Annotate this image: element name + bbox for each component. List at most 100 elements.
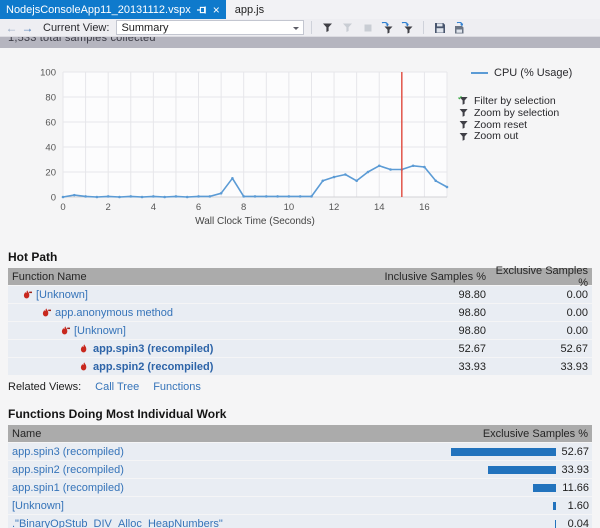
exclusive-samples-value: 0.00 <box>486 325 592 337</box>
function-link[interactable]: [Unknown] <box>12 500 64 512</box>
svg-text:0: 0 <box>60 202 65 213</box>
filter-by-selection-link[interactable]: Filter by selection <box>458 95 598 107</box>
navigate-forward-button[interactable]: → <box>21 22 34 34</box>
table-row[interactable]: app.spin3 (recompiled)52.6752.67 <box>8 340 592 357</box>
functions-work-table: Name Exclusive Samples % app.spin3 (reco… <box>8 425 592 528</box>
function-name-cell: app.spin3 (recompiled) <box>8 446 434 458</box>
function-link[interactable]: ."BinaryOpStub_DIV_Alloc_HeapNumbers" <box>12 518 223 528</box>
table-row[interactable]: [Unknown] 98.800.00 <box>8 322 592 339</box>
stop-button <box>359 20 376 36</box>
function-name-cell: app.spin2 (recompiled) <box>8 464 434 476</box>
function-name-cell: app.spin1 (recompiled) <box>8 482 434 494</box>
tab-title: app.js <box>235 4 264 16</box>
legend-label: CPU (% Usage) <box>494 67 572 79</box>
functions-link[interactable]: Functions <box>153 381 201 393</box>
document-tab-bar: NodejsConsoleApp11_20131112.vspx × app.j… <box>0 0 600 19</box>
related-views: Related Views: Call Tree Functions <box>8 381 600 393</box>
samples-bar-zone <box>434 466 556 474</box>
table-row[interactable]: app.anonymous method 98.800.00 <box>8 304 592 321</box>
summary-report: 0204060801000246810121416Wall Clock Time… <box>0 48 600 528</box>
samples-collected-text: 1,533 total samples collected <box>8 37 600 44</box>
tab-appjs[interactable]: app.js <box>226 0 273 19</box>
function-name-cell: [Unknown] <box>8 289 376 301</box>
samples-bar-zone <box>434 520 556 528</box>
function-link[interactable]: app.spin1 (recompiled) <box>12 482 124 494</box>
pin-icon[interactable] <box>197 5 207 15</box>
exclusive-samples-value: 0.00 <box>486 289 592 301</box>
svg-text:4: 4 <box>151 202 156 213</box>
save-analysis-button[interactable] <box>431 20 448 36</box>
filter-button[interactable] <box>319 20 336 36</box>
table-row[interactable]: app.spin3 (recompiled) 52.67 <box>8 443 592 460</box>
function-link[interactable]: app.spin2 (recompiled) <box>12 464 124 476</box>
function-link[interactable]: [Unknown] <box>74 325 126 337</box>
zoom-reset-link[interactable]: Zoom reset <box>458 119 598 131</box>
exclusive-samples-value: 52.67 <box>486 343 592 355</box>
svg-text:12: 12 <box>329 202 340 213</box>
samples-bar <box>488 466 556 474</box>
svg-text:10: 10 <box>284 202 295 213</box>
column-function-name[interactable]: Function Name <box>8 271 376 283</box>
cpu-usage-chart[interactable]: 0204060801000246810121416Wall Clock Time… <box>28 60 456 232</box>
table-row[interactable]: app.spin2 (recompiled) 33.93 <box>8 461 592 478</box>
navigate-back-button[interactable]: ← <box>5 22 18 34</box>
function-link[interactable]: [Unknown] <box>36 289 88 301</box>
filter-funnel-icon <box>458 95 469 106</box>
column-exclusive-samples[interactable]: Exclusive Samples % <box>486 265 592 289</box>
exclusive-samples-value: 0.04 <box>556 518 592 528</box>
function-name-cell: app.spin2 (recompiled) <box>8 361 376 373</box>
samples-bar-zone <box>434 484 556 492</box>
samples-bar <box>451 448 556 456</box>
export-report-button[interactable] <box>451 20 468 36</box>
zoom-funnel-icon <box>458 131 469 142</box>
zoom-by-selection-link[interactable]: Zoom by selection <box>458 107 598 119</box>
call-tree-link[interactable]: Call Tree <box>95 381 139 393</box>
flame-icon <box>79 344 89 353</box>
function-link[interactable]: app.spin3 (recompiled) <box>12 446 124 458</box>
function-link[interactable]: app.anonymous method <box>55 307 173 319</box>
report-toolbar: ← → Current View: Summary <box>0 19 600 37</box>
exclusive-samples-value: 52.67 <box>556 446 592 458</box>
toolbar-separator <box>311 21 312 34</box>
table-row[interactable]: [Unknown]98.800.00 <box>8 286 592 303</box>
svg-text:2: 2 <box>106 202 111 213</box>
svg-text:0: 0 <box>51 193 56 204</box>
table-row[interactable]: [Unknown]1.60 <box>8 497 592 514</box>
zoom-out-link[interactable]: Zoom out <box>458 130 598 142</box>
column-exclusive-samples[interactable]: Exclusive Samples % <box>483 428 592 440</box>
filter-disabled-button <box>339 20 356 36</box>
chevron-down-icon <box>293 27 299 33</box>
samples-collected-banner: 1,533 total samples collected <box>0 37 600 48</box>
tab-profiler-report[interactable]: NodejsConsoleApp11_20131112.vspx × <box>0 0 226 19</box>
reapply-filter-alt-button[interactable] <box>399 20 416 36</box>
svg-text:80: 80 <box>45 93 56 104</box>
current-view-label: Current View: <box>43 22 109 34</box>
view-selector-dropdown[interactable]: Summary <box>116 20 304 35</box>
exclusive-samples-value: 33.93 <box>556 464 592 476</box>
function-name-cell: app.anonymous method <box>8 307 376 319</box>
samples-bar <box>533 484 556 492</box>
zoom-funnel-icon <box>458 107 469 118</box>
function-link[interactable]: app.spin3 (recompiled) <box>93 343 213 355</box>
column-name[interactable]: Name <box>8 428 483 440</box>
inclusive-samples-value: 98.80 <box>376 325 486 337</box>
function-link[interactable]: app.spin2 (recompiled) <box>93 361 213 373</box>
related-views-label: Related Views: <box>8 381 81 393</box>
svg-text:14: 14 <box>374 202 385 213</box>
view-selector-value: Summary <box>121 22 168 34</box>
close-icon[interactable]: × <box>213 5 220 15</box>
reapply-filter-button[interactable] <box>379 20 396 36</box>
function-name-cell: app.spin3 (recompiled) <box>8 343 376 355</box>
inclusive-samples-value: 98.80 <box>376 307 486 319</box>
function-name-cell: ."BinaryOpStub_DIV_Alloc_HeapNumbers" <box>8 518 434 528</box>
hot-path-flame-arrow-icon <box>60 326 70 335</box>
table-row[interactable]: app.spin1 (recompiled) 11.66 <box>8 479 592 496</box>
column-inclusive-samples[interactable]: Inclusive Samples % <box>376 271 486 283</box>
flame-icon <box>79 362 89 371</box>
table-row[interactable]: ."BinaryOpStub_DIV_Alloc_HeapNumbers" 0.0… <box>8 515 592 528</box>
chart-actions: Filter by selection Zoom by selection Zo… <box>458 95 598 142</box>
hot-path-title: Hot Path <box>8 250 600 264</box>
table-row[interactable]: app.spin2 (recompiled)33.9333.93 <box>8 358 592 375</box>
exclusive-samples-value: 11.66 <box>556 482 592 494</box>
exclusive-samples-value: 0.00 <box>486 307 592 319</box>
